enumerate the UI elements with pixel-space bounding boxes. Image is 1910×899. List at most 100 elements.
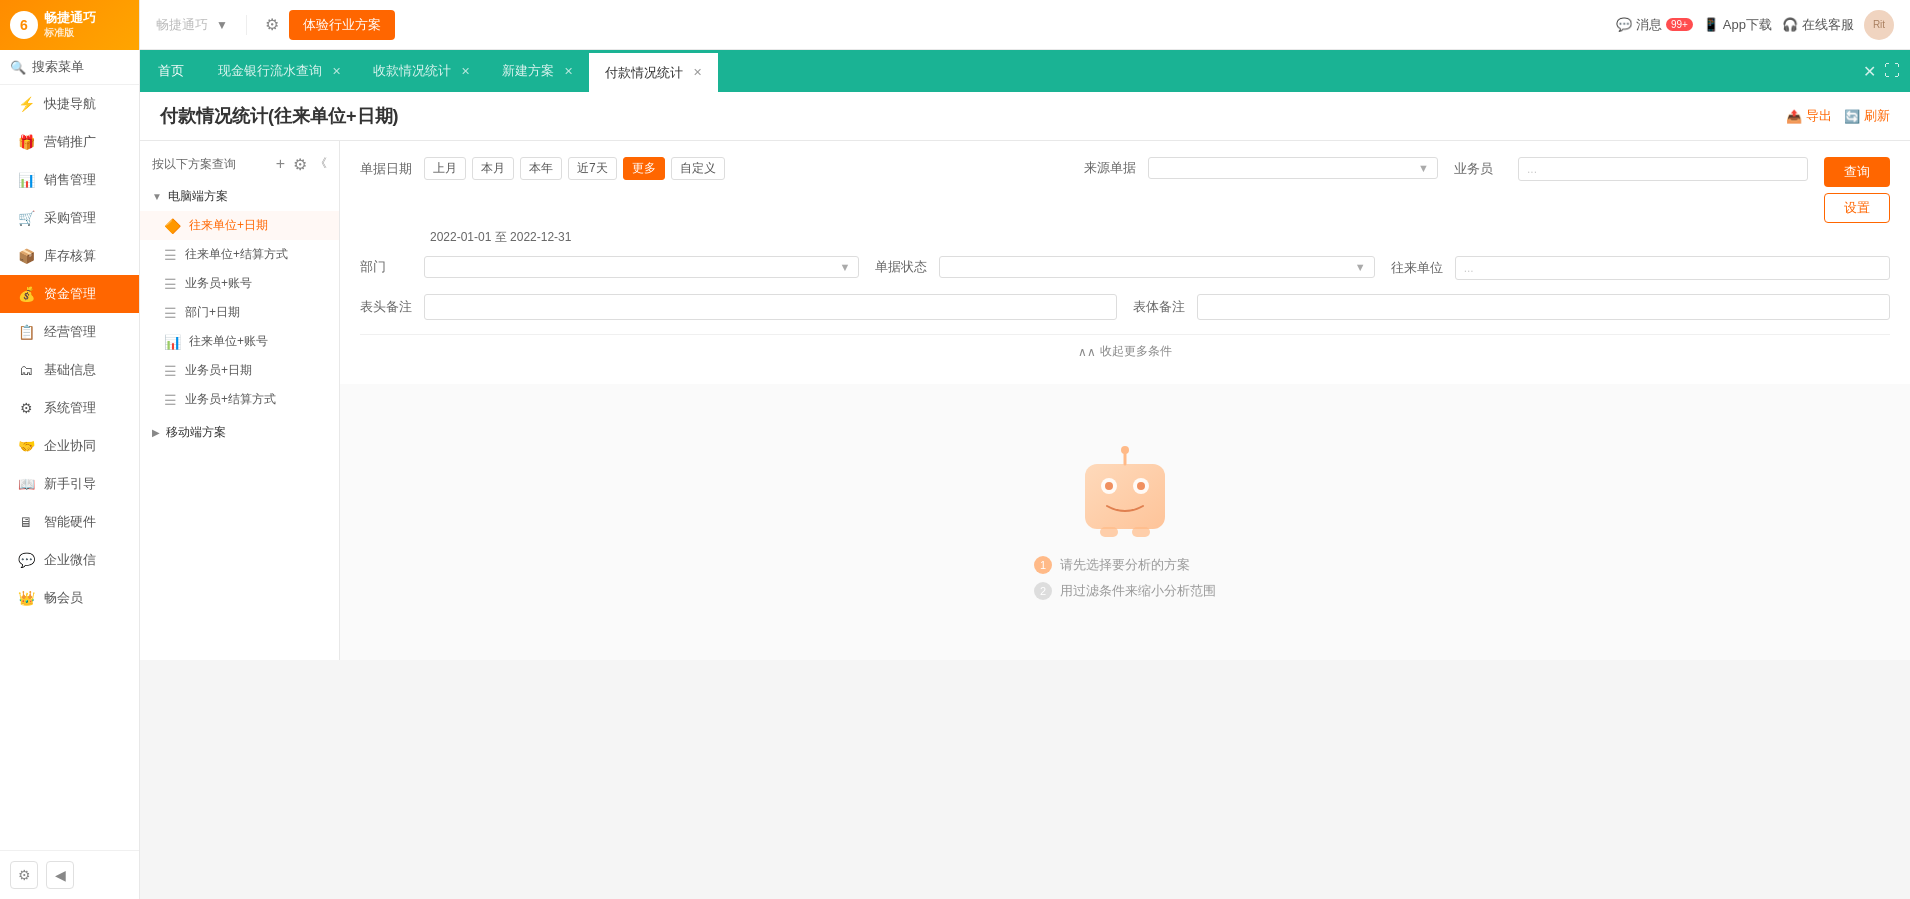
empty-hints: 1 请先选择要分析的方案 2 用过滤条件来缩小分析范围 (1034, 556, 1216, 600)
receive-tab-close[interactable]: ✕ (461, 65, 470, 78)
sidebar-item-wechat[interactable]: 💬 企业微信 (0, 541, 139, 579)
scheme-item-partner-settle[interactable]: ☰ 往来单位+结算方式 (140, 240, 339, 269)
sidebar-item-sales[interactable]: 📊 销售管理 (0, 161, 139, 199)
staff-ellipsis: ... (1527, 162, 1537, 176)
date-btn-this-month[interactable]: 本月 (472, 157, 514, 180)
settings-footer-btn[interactable]: ⚙ (10, 861, 38, 889)
tab-receive[interactable]: 收款情况统计 ✕ (357, 50, 486, 92)
svg-point-6 (1121, 446, 1129, 454)
basic-label: 基础信息 (44, 361, 96, 379)
sidebar-item-member[interactable]: 👑 畅会员 (0, 579, 139, 617)
date-btn-last-month[interactable]: 上月 (424, 157, 466, 180)
sidebar-item-marketing[interactable]: 🎁 营销推广 (0, 123, 139, 161)
empty-illustration (1065, 444, 1185, 544)
hardware-icon: 🖥 (16, 514, 36, 530)
status-select[interactable]: ▼ (939, 256, 1374, 278)
user-avatar[interactable]: Rit (1864, 10, 1894, 40)
collapse-filter-btn[interactable]: ∧∧ 收起更多条件 (360, 334, 1890, 368)
desktop-group-label: 电脑端方案 (168, 188, 228, 205)
bank-tab-close[interactable]: ✕ (332, 65, 341, 78)
service-icon: 🎧 (1782, 17, 1798, 32)
sidebar-item-system[interactable]: ⚙ 系统管理 (0, 389, 139, 427)
sales-icon: 📊 (16, 172, 36, 188)
sidebar-item-inventory[interactable]: 📦 库存核算 (0, 237, 139, 275)
staff-input[interactable]: ... (1518, 157, 1808, 181)
query-btn[interactable]: 查询 (1824, 157, 1890, 187)
header-note-input[interactable] (424, 294, 1117, 320)
message-label: 消息 (1636, 16, 1662, 34)
scheme-item-staff-account[interactable]: ☰ 业务员+账号 (140, 269, 339, 298)
body-note-label: 表体备注 (1133, 298, 1189, 316)
main-area: 畅捷通巧 ▼ ⚙ 体验行业方案 💬 消息 99+ 📱 App下载 🎧 在线客服 … (140, 0, 1910, 899)
sidebar-item-cooperation[interactable]: 🤝 企业协同 (0, 427, 139, 465)
robot-svg (1065, 444, 1185, 544)
payment-tab-close[interactable]: ✕ (693, 66, 702, 79)
finance-icon: 💰 (16, 286, 36, 302)
dept-select[interactable]: ▼ (424, 256, 859, 278)
body-note-input[interactable] (1197, 294, 1890, 320)
tab-bank[interactable]: 现金银行流水查询 ✕ (202, 50, 357, 92)
scheme-group-mobile-title[interactable]: ▶ 移动端方案 (140, 418, 339, 447)
staff-date-icon: ☰ (164, 363, 177, 379)
scheme-item-dept-date[interactable]: ☰ 部门+日期 (140, 298, 339, 327)
cooperation-label: 企业协同 (44, 437, 96, 455)
date-btn-custom[interactable]: 自定义 (671, 157, 725, 180)
member-icon: 👑 (16, 590, 36, 606)
partner-label: 往来单位 (1391, 259, 1447, 277)
scheme-item-staff-date[interactable]: ☰ 业务员+日期 (140, 356, 339, 385)
message-btn[interactable]: 💬 消息 99+ (1616, 16, 1693, 34)
scheme-group-desktop-title[interactable]: ▼ 电脑端方案 (140, 182, 339, 211)
source-select[interactable]: ▼ (1148, 157, 1438, 179)
add-scheme-btn[interactable]: + (276, 155, 285, 174)
sidebar-item-basic[interactable]: 🗂 基础信息 (0, 351, 139, 389)
scheme-item-staff-settle[interactable]: ☰ 业务员+结算方式 (140, 385, 339, 414)
tab-home[interactable]: 首页 (140, 50, 202, 92)
scheme-settings-btn[interactable]: ⚙ (293, 155, 307, 174)
new-scheme-tab-close[interactable]: ✕ (564, 65, 573, 78)
purchase-label: 采购管理 (44, 209, 96, 227)
filter-source-field: 来源单据 ▼ (1084, 157, 1438, 179)
refresh-btn[interactable]: 🔄 刷新 (1844, 107, 1890, 125)
scheme-item-partner-account[interactable]: 📊 往来单位+账号 (140, 327, 339, 356)
cooperation-icon: 🤝 (16, 438, 36, 454)
filter-body-note-field: 表体备注 (1133, 294, 1890, 320)
date-btn-7days[interactable]: 近7天 (568, 157, 617, 180)
online-service-btn[interactable]: 🎧 在线客服 (1782, 16, 1854, 34)
tab-payment[interactable]: 付款情况统计 ✕ (589, 50, 718, 92)
export-icon: 📤 (1786, 109, 1802, 124)
filter-area: 单据日期 上月 本月 本年 近7天 更多 自定义 来源单据 (340, 141, 1910, 384)
sidebar-item-finance[interactable]: 💰 资金管理 (0, 275, 139, 313)
date-btn-more[interactable]: 更多 (623, 157, 665, 180)
sidebar-item-operation[interactable]: 📋 经营管理 (0, 313, 139, 351)
header-settings-icon[interactable]: ⚙ (265, 15, 279, 34)
partner-account-label: 往来单位+账号 (189, 333, 268, 350)
search-menu-item[interactable]: 🔍 搜索菜单 (0, 50, 139, 85)
sidebar-item-shortcuts[interactable]: ⚡ 快捷导航 (0, 85, 139, 123)
collapse-sidebar-btn[interactable]: ◀ (46, 861, 74, 889)
empty-state: 1 请先选择要分析的方案 2 用过滤条件来缩小分析范围 (340, 384, 1910, 660)
app-download-btn[interactable]: 📱 App下载 (1703, 16, 1772, 34)
scheme-item-partner-date[interactable]: 🔶 往来单位+日期 (140, 211, 339, 240)
scheme-collapse-btn[interactable]: 《 (315, 155, 327, 174)
member-label: 畅会员 (44, 589, 83, 607)
partner-input[interactable]: ... (1455, 256, 1890, 280)
svg-rect-8 (1132, 527, 1150, 537)
sidebar-item-hardware[interactable]: 🖥 智能硬件 (0, 503, 139, 541)
collapse-icon: ∧∧ (1078, 345, 1096, 359)
sidebar-item-guide[interactable]: 📖 新手引导 (0, 465, 139, 503)
date-range-display: 2022-01-01 至 2022-12-31 (430, 229, 1890, 246)
purchase-icon: 🛒 (16, 210, 36, 226)
hint-text-1: 请先选择要分析的方案 (1060, 556, 1190, 574)
date-btn-this-year[interactable]: 本年 (520, 157, 562, 180)
guide-label: 新手引导 (44, 475, 96, 493)
trial-btn[interactable]: 体验行业方案 (289, 10, 395, 40)
filter-settings-btn[interactable]: 设置 (1824, 193, 1890, 223)
bank-tab-label: 现金银行流水查询 (218, 62, 322, 80)
tab-new-scheme[interactable]: 新建方案 ✕ (486, 50, 589, 92)
close-window-icon[interactable]: ✕ (1863, 62, 1876, 81)
breadcrumb-chevron: ▼ (216, 18, 228, 32)
filter-row-1: 单据日期 上月 本月 本年 近7天 更多 自定义 来源单据 (360, 157, 1890, 223)
export-btn[interactable]: 📤 导出 (1786, 107, 1832, 125)
maximize-window-icon[interactable]: ⛶ (1884, 62, 1900, 80)
sidebar-item-purchase[interactable]: 🛒 采购管理 (0, 199, 139, 237)
